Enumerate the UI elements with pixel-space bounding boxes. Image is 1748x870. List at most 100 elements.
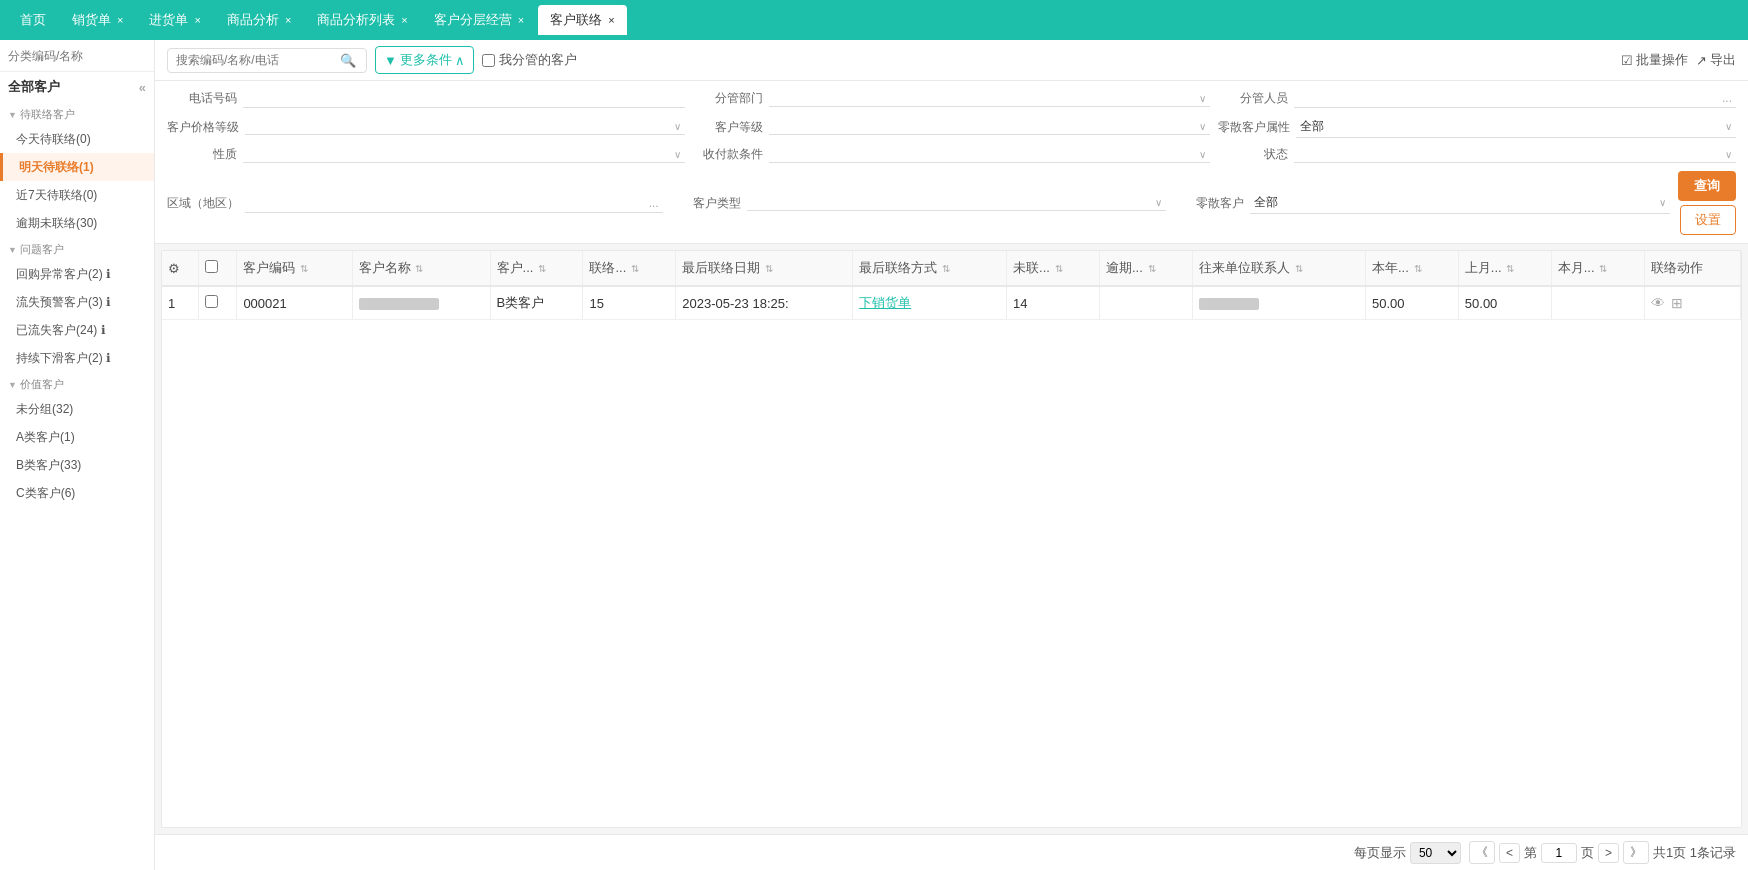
search-icon[interactable]: 🔍 (340, 53, 356, 68)
collapse-icon[interactable]: « (139, 80, 146, 95)
sidebar-search-input[interactable] (8, 49, 155, 63)
nav-item-销货单[interactable]: 销货单× (60, 5, 135, 35)
sidebar-group-待联络客户[interactable]: 待联络客户 (0, 102, 154, 125)
top-nav: 首页销货单×进货单×商品分析×商品分析列表×客户分层经营×客户联络× (0, 0, 1748, 40)
first-page-btn[interactable]: 《 (1469, 841, 1495, 864)
select-all-checkbox[interactable] (205, 260, 218, 273)
sidebar-item-明天待联络(1)[interactable]: 明天待联络(1) (0, 153, 154, 181)
sort-icon: ⇅ (1145, 263, 1156, 274)
nav-item-商品分析列表[interactable]: 商品分析列表× (305, 5, 419, 35)
action-view-icon[interactable]: 👁 (1651, 295, 1665, 311)
close-icon[interactable]: × (401, 14, 407, 26)
close-icon[interactable]: × (117, 14, 123, 26)
col-header-8[interactable]: 未联... ⇅ (1007, 251, 1100, 286)
nav-item-客户分层经营[interactable]: 客户分层经营× (422, 5, 536, 35)
export-btn[interactable]: ↗ 导出 (1696, 51, 1736, 69)
close-icon[interactable]: × (285, 14, 291, 26)
sidebar-item-回购异常客户(2)[interactable]: 回购异常客户(2) ℹ (0, 260, 154, 288)
sidebar-item-已流失客户(24)[interactable]: 已流失客户(24) ℹ (0, 316, 154, 344)
col-header-7[interactable]: 最后联络方式 ⇅ (853, 251, 1007, 286)
col-header-1 (198, 251, 237, 286)
sidebar-item-持续下滑客户(2)[interactable]: 持续下滑客户(2) ℹ (0, 344, 154, 372)
col-header-9[interactable]: 逾期... ⇅ (1099, 251, 1192, 286)
col-header-10[interactable]: 往来单位联系人 ⇅ (1192, 251, 1365, 286)
search-input[interactable] (176, 53, 336, 67)
last-contact-method-cell[interactable]: 下销货单 (853, 286, 1007, 320)
col-header-0: ⚙ (162, 251, 198, 286)
sidebar-group-价值客户[interactable]: 价值客户 (0, 372, 154, 395)
close-icon[interactable]: × (194, 14, 200, 26)
action-cell: 👁⊞ (1644, 286, 1740, 320)
page-size-select[interactable]: 102050100 (1410, 842, 1461, 864)
sidebar-item-未分组(32)[interactable]: 未分组(32) (0, 395, 154, 423)
col-header-2[interactable]: 客户编码 ⇅ (237, 251, 352, 286)
nav-item-客户联络[interactable]: 客户联络× (538, 5, 626, 35)
next-page-btn[interactable]: > (1598, 843, 1619, 863)
last-page-btn[interactable]: 》 (1623, 841, 1649, 864)
action-qr-icon[interactable]: ⊞ (1671, 295, 1683, 311)
sidebar-group-问题客户[interactable]: 问题客户 (0, 237, 154, 260)
filter-label-零散客户属性: 零散客户属性 (1218, 119, 1290, 136)
sidebar-item-逾期未联络(30)[interactable]: 逾期未联络(30) (0, 209, 154, 237)
contact-count-cell: 15 (583, 286, 676, 320)
filter-dots-分管人员[interactable]: ... (1722, 91, 1732, 105)
nav-item-首页[interactable]: 首页 (8, 5, 58, 35)
col-header-12[interactable]: 上月... ⇅ (1458, 251, 1551, 286)
filter-row-0: 电话号码分管部门∨分管人员... (167, 89, 1736, 108)
table-wrap: ⚙ 客户编码 ⇅客户名称 ⇅客户... ⇅联络... ⇅最后联络日期 ⇅最后联络方… (161, 250, 1742, 828)
nav-item-进货单[interactable]: 进货单× (137, 5, 212, 35)
my-customers-checkbox-label[interactable]: 我分管的客户 (482, 51, 577, 69)
link-value[interactable]: 下销货单 (859, 295, 911, 310)
nav-item-商品分析[interactable]: 商品分析× (215, 5, 303, 35)
row-checkbox[interactable] (205, 295, 218, 308)
sidebar-item-今天待联络(0)[interactable]: 今天待联络(0) (0, 125, 154, 153)
filter-select-wrap-客户类型: ∨ (747, 195, 1167, 211)
col-header-6[interactable]: 最后联络日期 ⇅ (676, 251, 853, 286)
filter-select-wrap-客户等级: ∨ (769, 119, 1211, 135)
col-header-4[interactable]: 客户... ⇅ (490, 251, 583, 286)
export-label: 导出 (1710, 51, 1736, 69)
sidebar: 🔍 全部客户 « 待联络客户今天待联络(0)明天待联络(1)近7天待联络(0)逾… (0, 40, 155, 870)
batch-op-btn[interactable]: ☑ 批量操作 (1621, 51, 1688, 69)
col-header-11[interactable]: 本年... ⇅ (1365, 251, 1458, 286)
filter-field-分管人员: 分管人员... (1218, 89, 1736, 108)
filter-more-btn[interactable]: ▼ 更多条件 ∧ (375, 46, 474, 74)
chevron-down-icon: ∨ (1659, 197, 1666, 208)
export-icon: ↗ (1696, 53, 1707, 68)
filter-row-3: 区域（地区）...客户类型∨零散客户全部∨查询设置 (167, 171, 1736, 235)
filter-dots-区域（地区）[interactable]: ... (649, 196, 659, 210)
all-customers-header[interactable]: 全部客户 « (0, 72, 154, 102)
my-customers-checkbox[interactable] (482, 54, 495, 67)
col-header-3[interactable]: 客户名称 ⇅ (352, 251, 490, 286)
filter-input-电话号码[interactable] (243, 89, 685, 108)
sidebar-item-近7天待联络(0)[interactable]: 近7天待联络(0) (0, 181, 154, 209)
close-icon[interactable]: × (518, 14, 524, 26)
filter-select-零散客户属性[interactable]: 全部 (1300, 118, 1725, 135)
page-size-area: 每页显示 102050100 (1354, 842, 1461, 864)
sidebar-item-流失预警客户(3)[interactable]: 流失预警客户(3) ℹ (0, 288, 154, 316)
sort-icon: ⇅ (939, 263, 950, 274)
sidebar-item-C类客户(6)[interactable]: C类客户(6) (0, 479, 154, 507)
prev-page-btn[interactable]: < (1499, 843, 1520, 863)
customer-table: ⚙ 客户编码 ⇅客户名称 ⇅客户... ⇅联络... ⇅最后联络日期 ⇅最后联络方… (162, 251, 1741, 320)
col-header-13[interactable]: 本月... ⇅ (1551, 251, 1644, 286)
filter-label-客户等级: 客户等级 (693, 119, 763, 136)
query-button[interactable]: 查询 (1678, 171, 1736, 201)
sort-icon: ⇅ (1052, 263, 1063, 274)
filter-select-wrap-零散客户: 全部∨ (1250, 192, 1670, 214)
checkbox-cell[interactable] (198, 286, 237, 320)
close-icon[interactable]: × (608, 14, 614, 26)
col-header-5[interactable]: 联络... ⇅ (583, 251, 676, 286)
sort-icon: ⇅ (628, 263, 639, 274)
page-input[interactable] (1541, 843, 1577, 863)
gear-icon[interactable]: ⚙ (168, 261, 180, 276)
filter-label-性质: 性质 (167, 146, 237, 163)
sort-icon: ⇅ (1597, 263, 1608, 274)
sidebar-item-B类客户(33)[interactable]: B类客户(33) (0, 451, 154, 479)
total-label: 共1页 1条记录 (1653, 844, 1736, 862)
sidebar-item-A类客户(1)[interactable]: A类客户(1) (0, 423, 154, 451)
set-button[interactable]: 设置 (1680, 205, 1736, 235)
chevron-down-icon: ∨ (1199, 93, 1206, 104)
filter-select-零散客户[interactable]: 全部 (1254, 194, 1659, 211)
filter-icon: ▼ (384, 53, 397, 68)
